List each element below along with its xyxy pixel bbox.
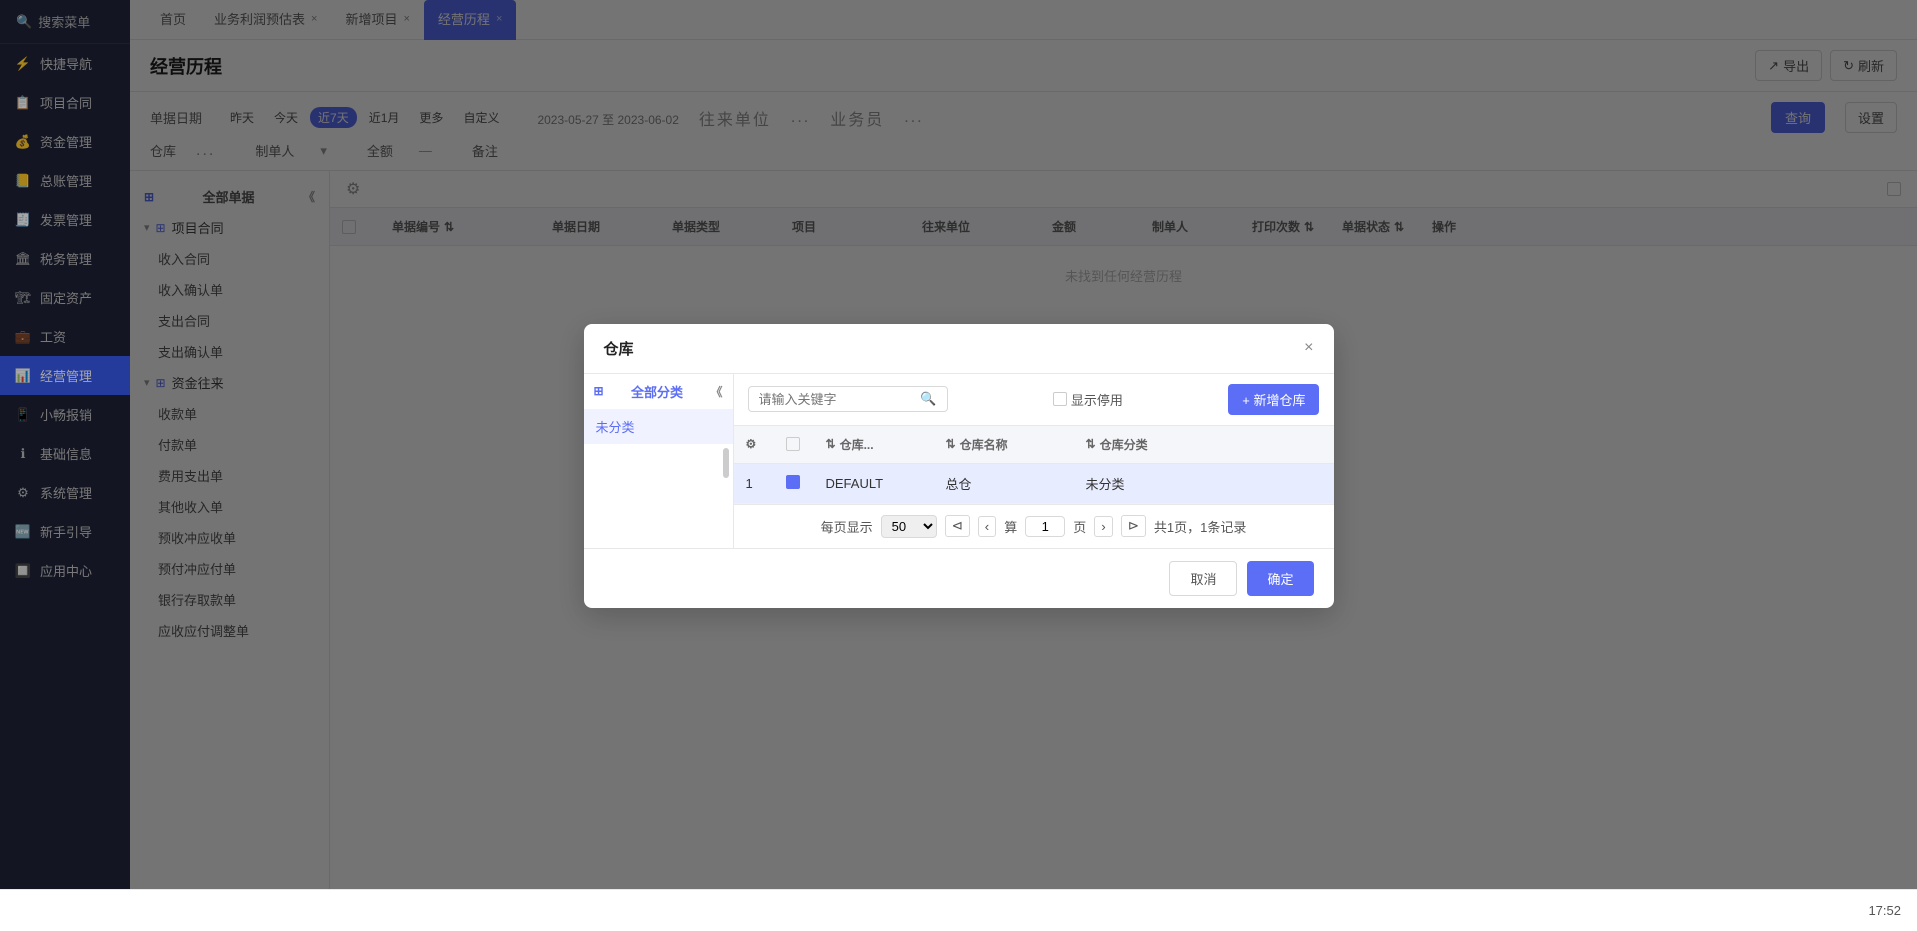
dialog-body: ⊞ 全部分类 《 未分类 bbox=[584, 374, 1334, 548]
row-checkbox[interactable] bbox=[786, 475, 800, 489]
uncategorized-label: 未分类 bbox=[596, 420, 635, 435]
dialog-table: ⚙ ⇅ 仓库... ⇅ 仓库名称 ⇅ bbox=[734, 426, 1334, 504]
dialog-td-checkbox bbox=[774, 465, 814, 502]
dialog-left-header: ⊞ 全部分类 《 bbox=[584, 374, 733, 409]
dialog-title: 仓库 bbox=[604, 338, 634, 359]
dialog-search-input[interactable] bbox=[759, 392, 915, 407]
dialog-table-row[interactable]: 1 DEFAULT 总仓 未分类 bbox=[734, 464, 1334, 504]
dialog-td-code: DEFAULT bbox=[814, 466, 934, 501]
dialog-th-category[interactable]: ⇅ 仓库分类 bbox=[1074, 426, 1334, 463]
dialog-close-btn[interactable]: × bbox=[1304, 339, 1313, 357]
taskbar: 17:52 bbox=[0, 889, 1917, 931]
dialog-table-header: ⚙ ⇅ 仓库... ⇅ 仓库名称 ⇅ bbox=[734, 426, 1334, 464]
add-warehouse-label: + 新增仓库 bbox=[1242, 390, 1305, 409]
show-disabled-label: 显示停用 bbox=[1071, 390, 1123, 409]
dialog-th-checkbox bbox=[774, 426, 814, 463]
warehouse-dialog: 仓库 × ⊞ 全部分类 《 未分类 bbox=[584, 324, 1334, 608]
dialog-toolbar: 🔍 显示停用 + 新增仓库 bbox=[734, 374, 1334, 426]
dialog-per-page-label: 每页显示 bbox=[821, 517, 873, 536]
dialog-th-settings[interactable]: ⚙ bbox=[734, 426, 774, 463]
dialog-collapse-btn[interactable]: 《 bbox=[710, 383, 722, 400]
dialog-search-box: 🔍 bbox=[748, 386, 948, 412]
confirm-button[interactable]: 确定 bbox=[1247, 561, 1313, 596]
sort-arrows-3: ⇅ bbox=[1086, 437, 1096, 451]
dialog-prev-page-btn[interactable]: ‹ bbox=[978, 516, 996, 537]
dialog-th-code[interactable]: ⇅ 仓库... bbox=[814, 426, 934, 463]
dialog-overlay[interactable]: 仓库 × ⊞ 全部分类 《 未分类 bbox=[0, 0, 1917, 931]
dialog-td-row-num: 1 bbox=[734, 466, 774, 501]
dialog-left: ⊞ 全部分类 《 未分类 bbox=[584, 374, 734, 548]
dialog-pagination: 每页显示 50 10 20 100 ⊲ ‹ 算 页 › ⊳ bbox=[734, 504, 1334, 548]
dialog-header-checkbox[interactable] bbox=[786, 437, 800, 451]
dialog-page-input[interactable] bbox=[1025, 516, 1065, 537]
category-icon: ⊞ bbox=[594, 384, 604, 398]
dialog-td-category: 未分类 bbox=[1074, 464, 1334, 503]
warehouse-name-label: 仓库名称 bbox=[960, 436, 1008, 453]
cancel-button[interactable]: 取消 bbox=[1169, 561, 1237, 596]
dialog-tree-uncategorized[interactable]: 未分类 bbox=[584, 409, 733, 444]
all-category-label: 全部分类 bbox=[631, 382, 683, 401]
dialog-footer: 取消 确定 bbox=[584, 548, 1334, 608]
warehouse-code-label: 仓库... bbox=[840, 436, 874, 453]
dialog-header: 仓库 × bbox=[584, 324, 1334, 374]
dialog-per-page-select[interactable]: 50 10 20 100 bbox=[881, 515, 937, 538]
dialog-next-page-btn[interactable]: › bbox=[1094, 516, 1112, 537]
dialog-td-name: 总仓 bbox=[934, 464, 1074, 503]
show-disabled-toggle: 显示停用 bbox=[1053, 390, 1123, 409]
add-warehouse-btn[interactable]: + 新增仓库 bbox=[1228, 384, 1319, 415]
dialog-th-name[interactable]: ⇅ 仓库名称 bbox=[934, 426, 1074, 463]
dialog-page-label: 页 bbox=[1073, 517, 1086, 536]
taskbar-time: 17:52 bbox=[1868, 903, 1901, 918]
dialog-right: 🔍 显示停用 + 新增仓库 ⚙ bbox=[734, 374, 1334, 548]
sort-arrows-2: ⇅ bbox=[946, 437, 956, 451]
sort-arrows: ⇅ bbox=[826, 437, 836, 451]
scroll-handle[interactable] bbox=[723, 448, 729, 478]
dialog-last-page-btn[interactable]: ⊳ bbox=[1121, 515, 1146, 537]
dialog-search-icon: 🔍 bbox=[920, 391, 936, 407]
show-disabled-checkbox[interactable] bbox=[1053, 392, 1067, 406]
warehouse-category-label: 仓库分类 bbox=[1100, 436, 1148, 453]
dialog-total-label: 共1页，1条记录 bbox=[1154, 517, 1246, 536]
dialog-calc-label: 算 bbox=[1004, 517, 1017, 536]
dialog-first-page-btn[interactable]: ⊲ bbox=[945, 515, 970, 537]
